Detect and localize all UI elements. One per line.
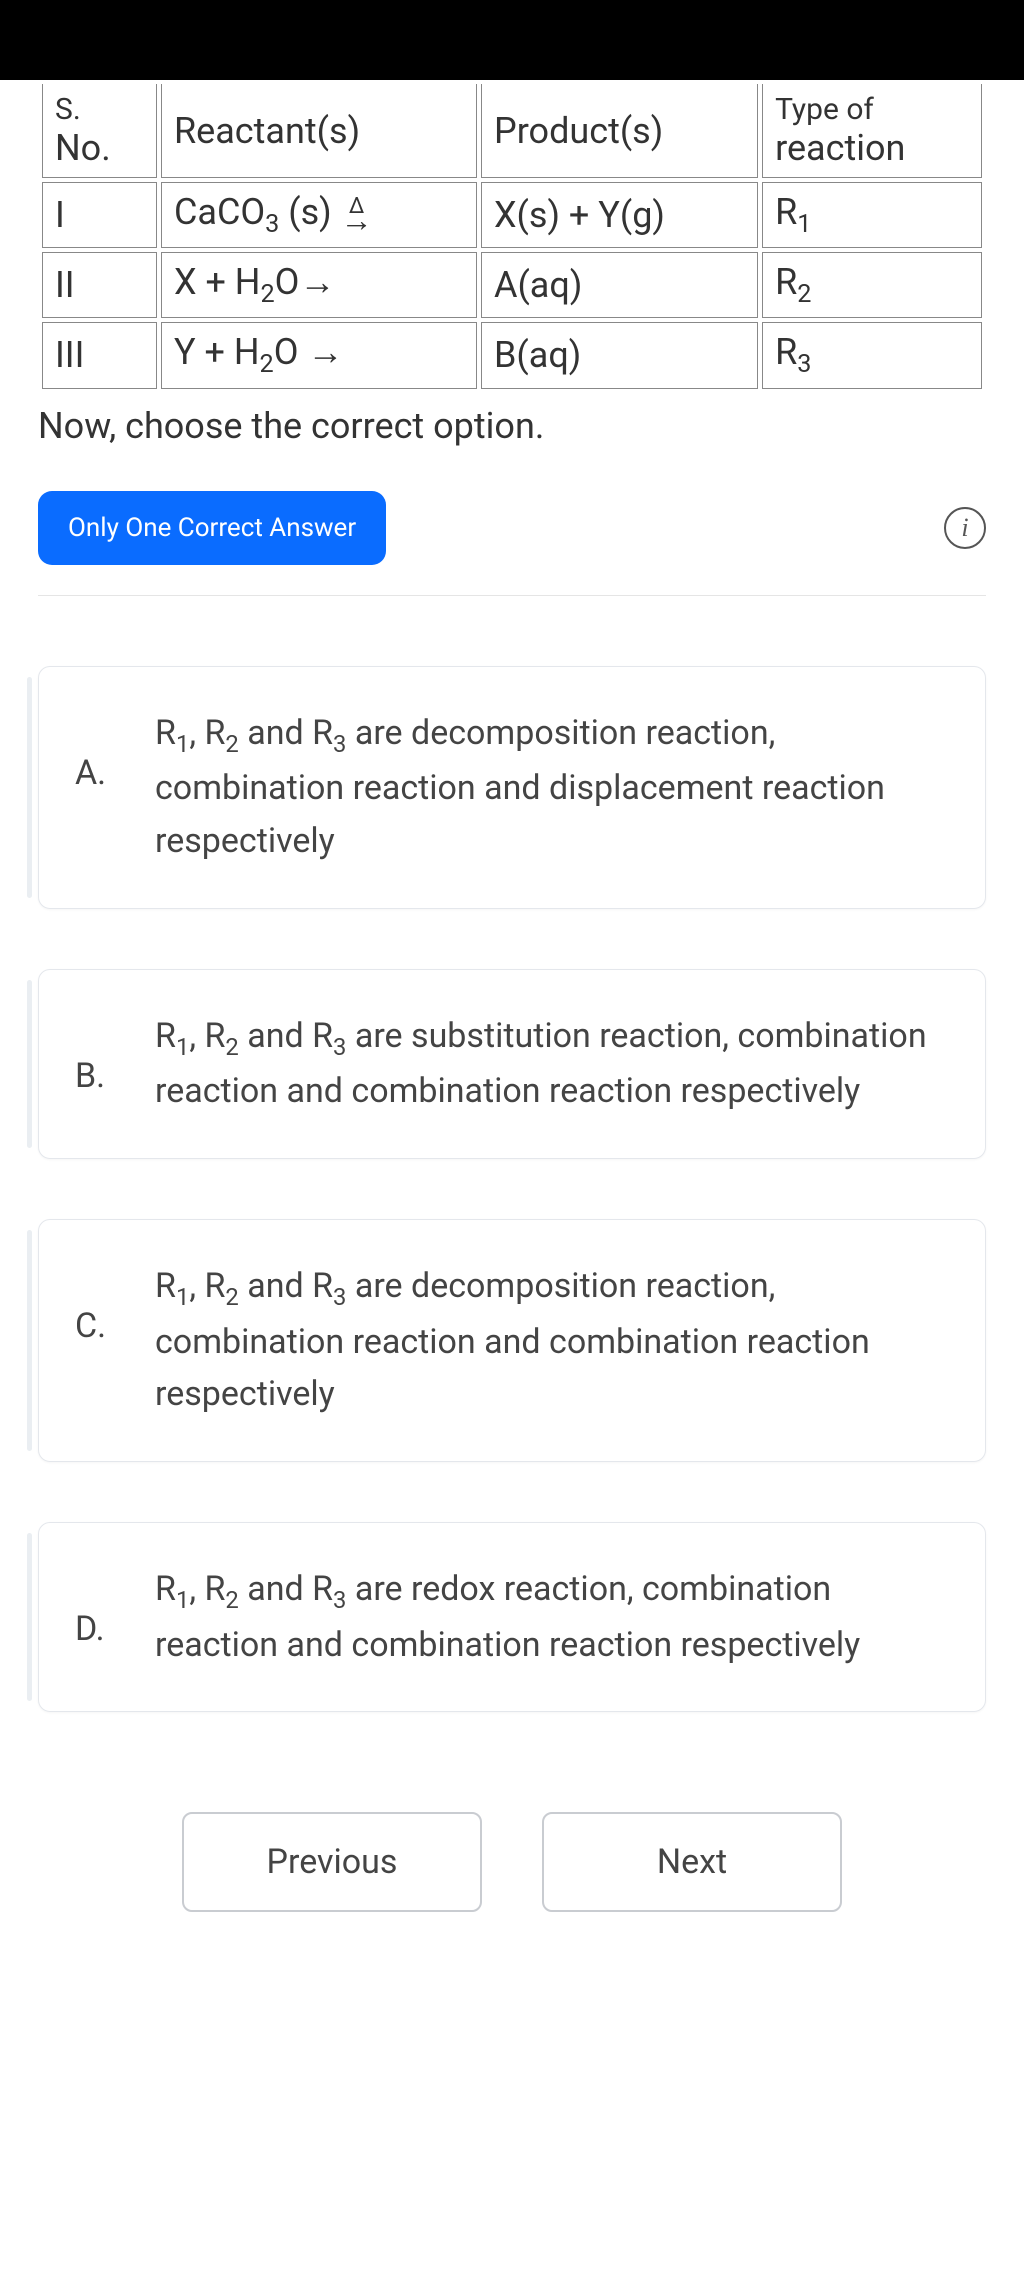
option-letter: D. [75, 1563, 155, 1649]
option-text: R1, R2 and R3 are redox reaction, combin… [155, 1563, 949, 1671]
col-sno: S. No. [42, 84, 157, 178]
option-letter: A. [75, 707, 155, 793]
option-text: R1, R2 and R3 are decomposition reaction… [155, 1260, 949, 1421]
info-icon[interactable]: i [944, 507, 986, 549]
col-reactants: Reactant(s) [161, 84, 477, 178]
next-button[interactable]: Next [542, 1812, 842, 1912]
answer-type-pill: Only One Correct Answer [38, 491, 386, 565]
table-row: I CaCO3 (s) Δ→ X(s) + Y(g) R1 [42, 182, 982, 248]
option-c[interactable]: C. R1, R2 and R3 are decomposition react… [38, 1219, 986, 1462]
option-d[interactable]: D. R1, R2 and R3 are redox reaction, com… [38, 1522, 986, 1712]
status-bar [0, 0, 1024, 80]
table-row: III Y + H2O → B(aq) R3 [42, 322, 982, 388]
option-b[interactable]: B. R1, R2 and R3 are substitution reacti… [38, 969, 986, 1159]
table-row: II X + H2O→ A(aq) R2 [42, 252, 982, 318]
option-a[interactable]: A. R1, R2 and R3 are decomposition react… [38, 666, 986, 909]
option-text: R1, R2 and R3 are substitution reaction,… [155, 1010, 949, 1118]
prompt-text: Now, choose the correct option. [38, 393, 986, 487]
col-products: Product(s) [481, 84, 758, 178]
option-letter: C. [75, 1260, 155, 1346]
col-type: Type of reaction [762, 84, 982, 178]
option-text: R1, R2 and R3 are decomposition reaction… [155, 707, 949, 868]
previous-button[interactable]: Previous [182, 1812, 482, 1912]
question-table: S. No. Reactant(s) Product(s) Type of re… [38, 80, 986, 393]
option-letter: B. [75, 1010, 155, 1096]
